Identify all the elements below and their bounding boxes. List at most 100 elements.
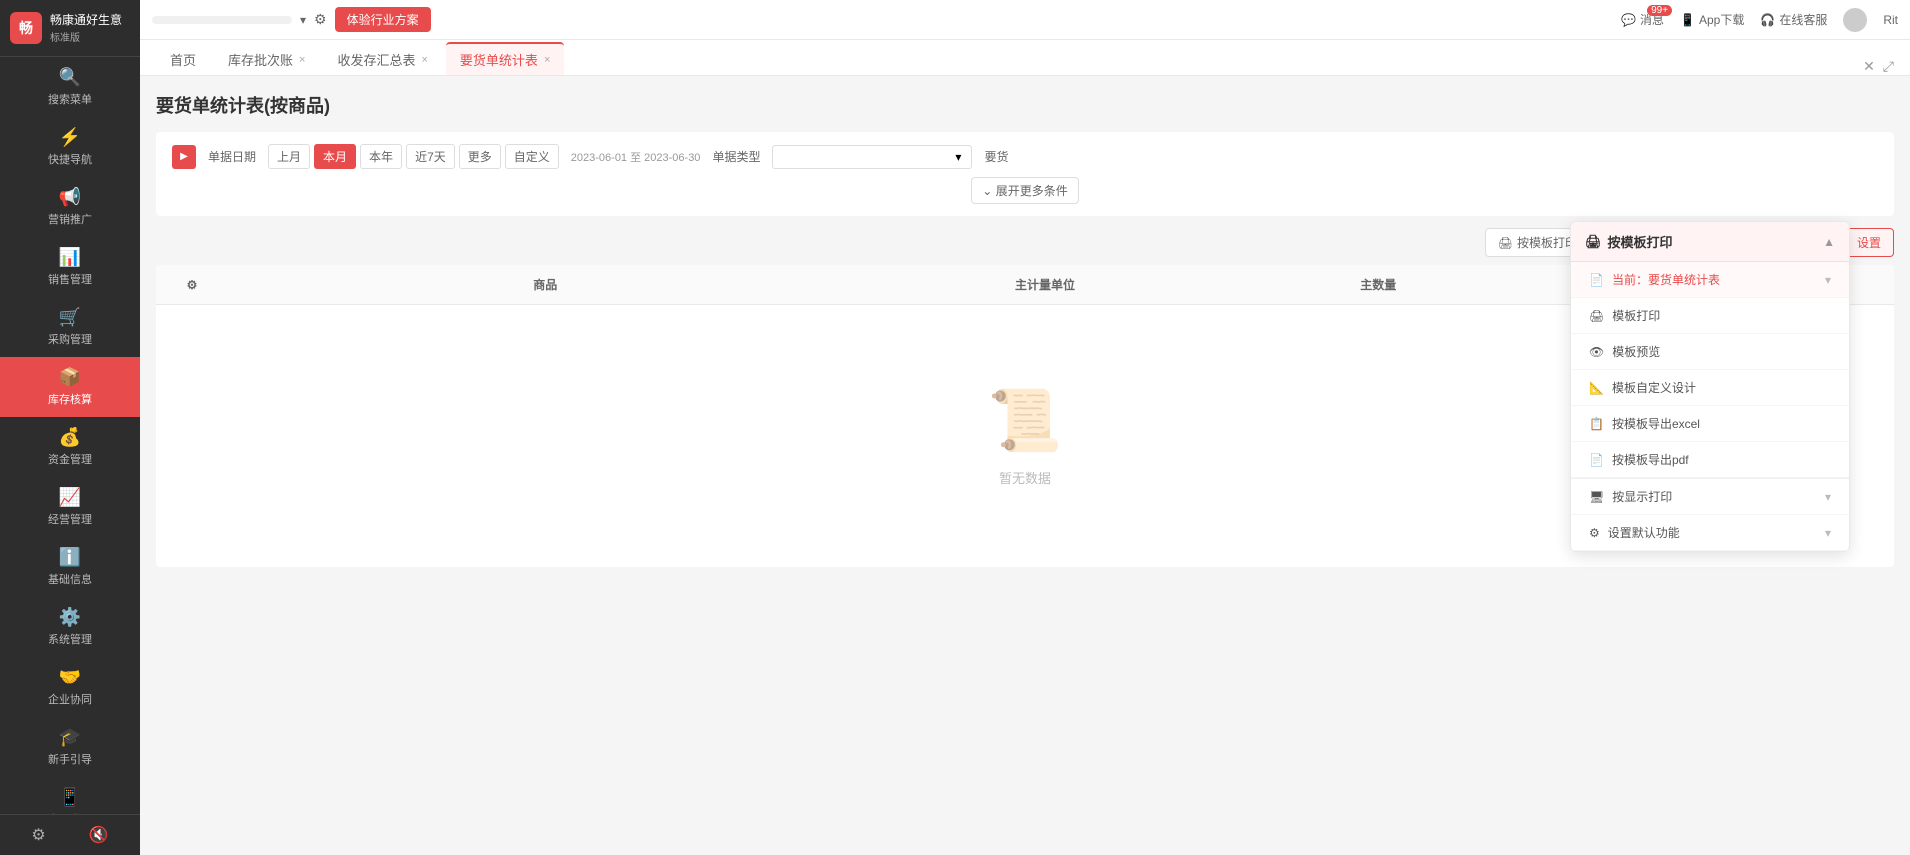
sales-icon: 📊 <box>59 247 81 268</box>
page-title: 要货单统计表(按商品) <box>156 92 1894 118</box>
topbar-search[interactable] <box>152 16 292 24</box>
tab-close-order-stats[interactable]: × <box>544 54 550 66</box>
messages-button[interactable]: 💬 消息 99+ <box>1621 11 1664 28</box>
expand-label: 展开更多条件 <box>996 184 1068 198</box>
sidebar-item-system[interactable]: ⚙️ 系统管理 <box>0 597 140 657</box>
inventory-batch-label: 库存批次账 <box>228 50 293 69</box>
popup-item-template-design[interactable]: 📐 模板自定义设计 <box>1571 370 1849 406</box>
inventory-icon: 📦 <box>59 367 81 388</box>
popup-item-set-default[interactable]: ⚙ 设置默认功能 ▾ <box>1571 515 1849 551</box>
footer-audio-button[interactable]: 🔇 <box>89 825 109 845</box>
tab-close-receipts-summary[interactable]: × <box>421 54 427 66</box>
popup-current-section[interactable]: 📄 当前：要货单统计表 ▾ <box>1571 262 1849 298</box>
popup-print-icon: 🖨 <box>1585 234 1602 250</box>
export-excel-text: 📋 按模板导出excel <box>1589 415 1700 432</box>
print-dropdown-popup: 🖨 按模板打印 ▲ 📄 当前：要货单统计表 ▾ 🖨 模板打印 <box>1570 221 1850 552</box>
tab-inventory-batch[interactable]: 库存批次账 × <box>214 44 319 75</box>
display-print-arrow: ▾ <box>1825 490 1831 504</box>
sidebar-item-sales[interactable]: 📊 销售管理 <box>0 237 140 297</box>
col-quantity: 主数量 <box>1212 276 1545 293</box>
current-section-icon: 📄 <box>1589 273 1604 287</box>
sidebar-logo: 畅 畅康通好生意 标准版 <box>0 0 140 57</box>
app-download-button[interactable]: 📱 App下载 <box>1680 11 1744 28</box>
sidebar-item-search[interactable]: 🔍 搜索菜单 <box>0 57 140 117</box>
sidebar-item-corp[interactable]: 🤝 企业协同 <box>0 657 140 717</box>
type-select-arrow: ▾ <box>955 150 961 164</box>
popup-item-display-print[interactable]: 🖥 按显示打印 ▾ <box>1571 479 1849 515</box>
template-print-icon: 🖨 <box>1589 309 1604 323</box>
tab-order-stats[interactable]: 要货单统计表 × <box>446 42 564 75</box>
tab-close-all-button[interactable]: ✕ <box>1863 58 1875 75</box>
tab-home[interactable]: 首页 <box>156 44 210 75</box>
logo-subtitle: 标准版 <box>50 29 122 44</box>
sidebar-item-finance[interactable]: 💰 资金管理 <box>0 417 140 477</box>
sidebar-footer: ⚙ 🔇 <box>0 814 140 855</box>
date-this-year[interactable]: 本年 <box>360 144 402 169</box>
trial-button[interactable]: 体验行业方案 <box>335 7 431 32</box>
message-icon: 💬 <box>1621 13 1636 27</box>
footer-settings-button[interactable]: ⚙ <box>31 825 45 845</box>
popup-header: 🖨 按模板打印 ▲ <box>1571 222 1849 262</box>
filter-toggle-button[interactable]: ▶ <box>172 145 196 169</box>
sidebar-item-label: 应用中心 <box>48 811 92 814</box>
date-last-7[interactable]: 近7天 <box>406 144 455 169</box>
date-last-month[interactable]: 上月 <box>268 144 310 169</box>
topbar-settings-icon[interactable]: ⚙ <box>314 11 327 28</box>
sidebar-item-basic[interactable]: ℹ️ 基础信息 <box>0 537 140 597</box>
tab-maximize-button[interactable]: ⤢ <box>1883 58 1894 75</box>
tab-receipts-summary[interactable]: 收发存汇总表 × <box>323 44 441 75</box>
date-custom[interactable]: 自定义 <box>505 144 559 169</box>
sidebar-item-label: 基础信息 <box>48 571 92 587</box>
sidebar-item-inventory[interactable]: 📦 库存核算 <box>0 357 140 417</box>
date-this-month[interactable]: 本月 <box>314 144 356 169</box>
template-print-text: 🖨 模板打印 <box>1589 307 1660 324</box>
set-default-text: ⚙ 设置默认功能 <box>1589 524 1680 541</box>
messages-badge: 99+ <box>1647 5 1672 16</box>
settings-button[interactable]: 设置 <box>1844 228 1894 257</box>
sidebar-item-label: 资金管理 <box>48 451 92 467</box>
popup-item-template-print[interactable]: 🖨 模板打印 <box>1571 298 1849 334</box>
export-excel-icon: 📋 <box>1589 417 1604 431</box>
set-default-arrow: ▾ <box>1825 526 1831 540</box>
export-pdf-icon: 📄 <box>1589 453 1604 467</box>
date-more[interactable]: 更多 <box>459 144 501 169</box>
set-default-icon: ⚙ <box>1589 526 1600 540</box>
popup-title: 🖨 按模板打印 <box>1585 232 1673 251</box>
sidebar-item-operation[interactable]: 📈 经营管理 <box>0 477 140 537</box>
sidebar-item-marketing[interactable]: 📢 营销推广 <box>0 177 140 237</box>
sidebar-nav: 🔍 搜索菜单 ⚡ 快捷导航 📢 营销推广 📊 销售管理 🛒 采购管理 📦 库存核… <box>0 57 140 814</box>
sidebar-item-apps[interactable]: 📱 应用中心 <box>0 777 140 814</box>
print-label: 按模板打印 <box>1517 234 1577 251</box>
goods-filter-label: 要货 <box>984 148 1008 165</box>
main-content: ▾ ⚙ 体验行业方案 💬 消息 99+ 📱 App下载 🎧 在线客服 Rit 首… <box>140 0 1910 855</box>
popup-close-button[interactable]: ▲ <box>1823 235 1835 249</box>
empty-text: 暂无数据 <box>999 468 1051 487</box>
filter-row-date: ▶ 单据日期 上月 本月 本年 近7天 更多 自定义 2023-06-01 至 … <box>172 144 1878 169</box>
online-service-button[interactable]: 🎧 在线客服 <box>1760 11 1827 28</box>
popup-item-export-pdf[interactable]: 📄 按模板导出pdf <box>1571 442 1849 478</box>
system-icon: ⚙️ <box>59 607 81 628</box>
type-select[interactable]: ▾ <box>772 145 972 169</box>
logo-icon: 畅 <box>10 12 42 44</box>
current-section-text: 📄 当前：要货单统计表 <box>1589 271 1720 288</box>
sidebar-item-label: 快捷导航 <box>48 151 92 167</box>
sidebar-item-newbie[interactable]: 🎓 新手引导 <box>0 717 140 777</box>
avatar[interactable] <box>1843 8 1867 32</box>
topbar-right: 💬 消息 99+ 📱 App下载 🎧 在线客服 Rit <box>1621 8 1898 32</box>
tab-close-inventory-batch[interactable]: × <box>299 54 305 66</box>
logo-title: 畅康通好生意 <box>50 12 122 29</box>
template-design-icon: 📐 <box>1589 381 1604 395</box>
popup-item-template-preview[interactable]: 👁 模板预览 <box>1571 334 1849 370</box>
popup-item-export-excel[interactable]: 📋 按模板导出excel <box>1571 406 1849 442</box>
display-print-text: 🖥 按显示打印 <box>1589 488 1672 505</box>
expand-filter-button[interactable]: ⌄ 展开更多条件 <box>971 177 1078 204</box>
topbar-dropdown[interactable]: ▾ <box>300 13 306 27</box>
sidebar-item-purchase[interactable]: 🛒 采购管理 <box>0 297 140 357</box>
user-name: Rit <box>1883 13 1898 27</box>
marketing-icon: 📢 <box>59 187 81 208</box>
sidebar-item-quick[interactable]: ⚡ 快捷导航 <box>0 117 140 177</box>
sidebar-item-label: 营销推广 <box>48 211 92 227</box>
apps-icon: 📱 <box>59 787 81 808</box>
sidebar-item-label: 销售管理 <box>48 271 92 287</box>
col-settings[interactable]: ⚙ <box>172 278 212 292</box>
